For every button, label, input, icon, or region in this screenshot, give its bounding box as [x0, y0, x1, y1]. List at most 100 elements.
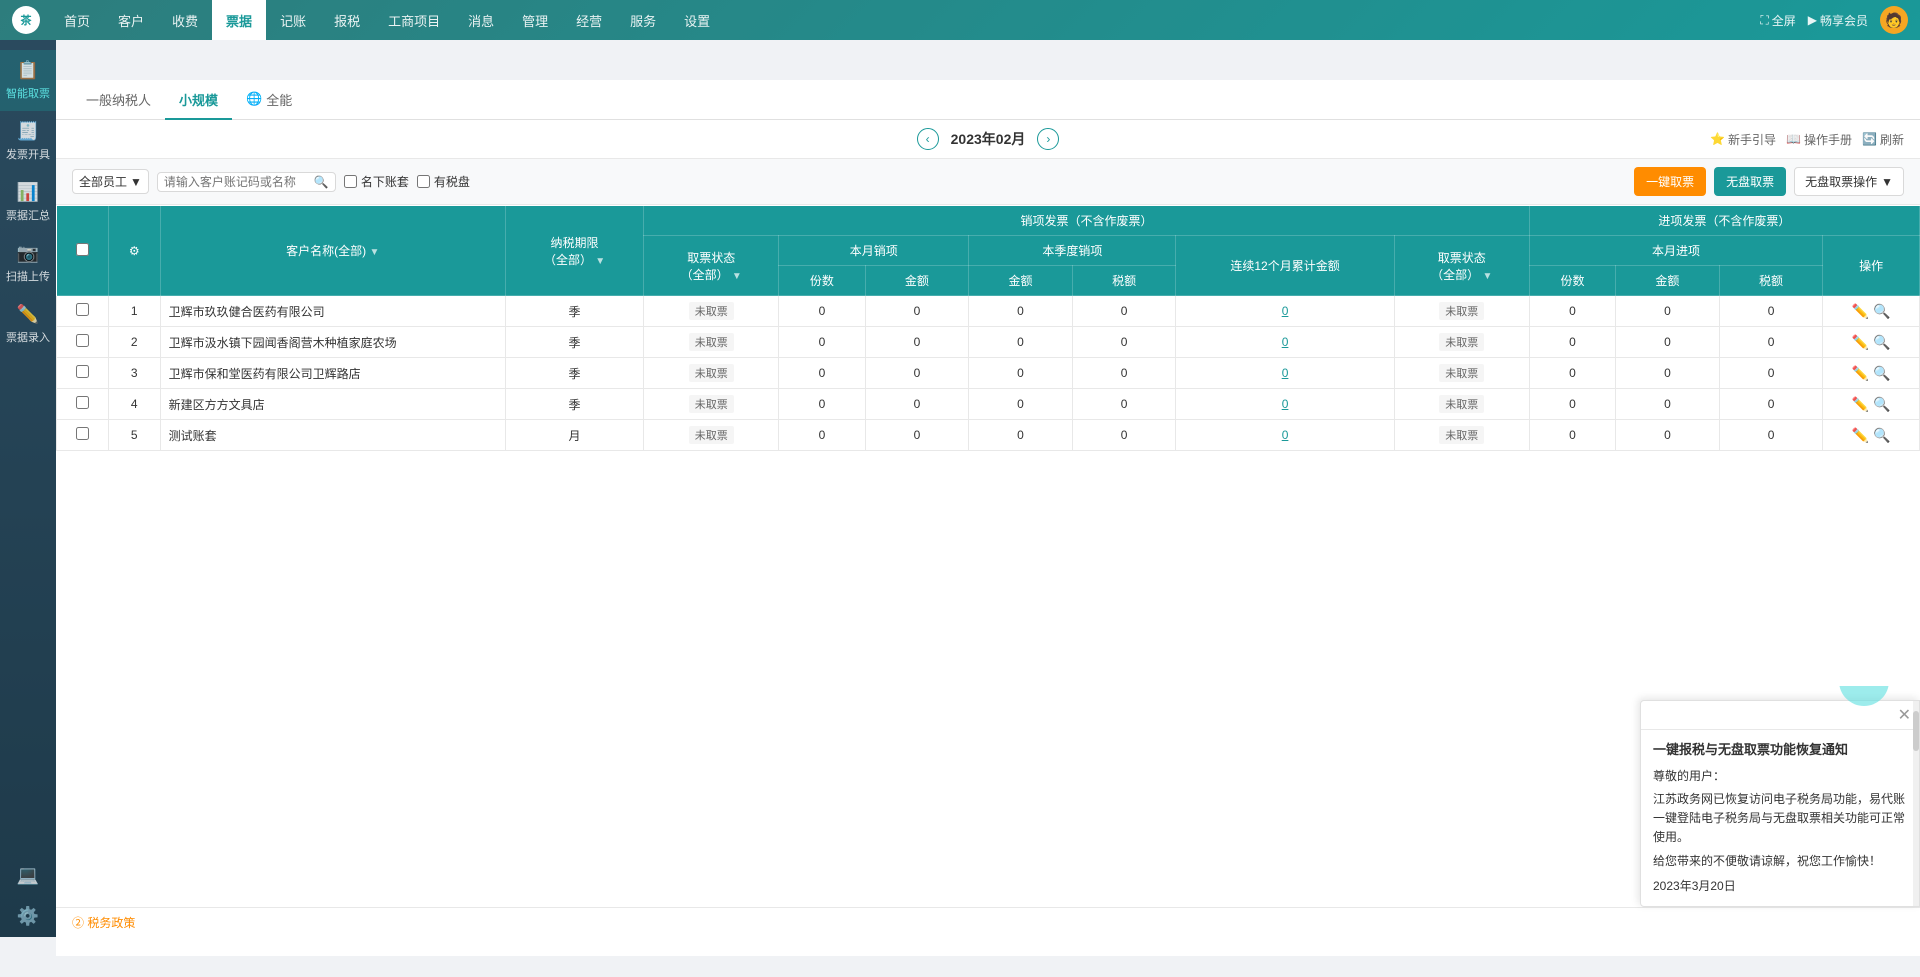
nav-bookkeeping[interactable]: 记账 [266, 0, 320, 40]
tab-general-taxpayer[interactable]: 一般纳税人 [72, 80, 165, 120]
nav-tax[interactable]: 报税 [320, 0, 374, 40]
nav-operation[interactable]: 经营 [562, 0, 616, 40]
user-avatar[interactable]: 🧑 [1880, 6, 1908, 34]
row2-sales-quarter-tax: 0 [1072, 327, 1176, 358]
search-icon[interactable]: 🔍 [314, 175, 329, 189]
nav-service[interactable]: 服务 [616, 0, 670, 40]
dropdown-arrow-icon: ▼ [1881, 175, 1893, 189]
notification-scrollbar[interactable] [1913, 701, 1919, 906]
row1-edit-icon[interactable]: ✏️ [1852, 303, 1869, 320]
has-disk-checkbox[interactable]: 有税盘 [417, 173, 470, 190]
purchase-status-filter-icon[interactable]: ▼ [1482, 271, 1492, 282]
my-accounts-checkbox[interactable]: 名下账套 [344, 173, 409, 190]
sidebar-item-smart-ticket[interactable]: 📋 智能取票 [0, 50, 56, 111]
col-month-purchase-header: 本月进项 [1529, 236, 1823, 266]
sidebar-item-help[interactable]: ⚙️ [0, 896, 56, 937]
col-action-header: 操作 [1823, 236, 1920, 296]
row3-view-icon[interactable]: 🔍 [1873, 365, 1890, 382]
row1-purchase-month-tax: 0 [1719, 296, 1823, 327]
row4-checkbox[interactable] [57, 389, 109, 420]
sidebar-item-invoice[interactable]: 🧾 发票开具 [0, 111, 56, 172]
row2-view-icon[interactable]: 🔍 [1873, 334, 1890, 351]
next-period-btn[interactable]: › [1037, 128, 1059, 150]
row1-purchase-month-count: 0 [1529, 296, 1615, 327]
row2-purchase-status: 未取票 [1394, 327, 1529, 358]
row3-actions: ✏️ 🔍 [1823, 358, 1920, 389]
tax-period-filter-icon[interactable]: ▼ [595, 256, 605, 267]
no-disk-ops-btn[interactable]: 无盘取票操作 ▼ [1794, 167, 1904, 196]
col-customer-name-header[interactable]: 客户名称(全部) ▼ [160, 206, 505, 296]
manual-btn[interactable]: 📖 操作手册 [1786, 131, 1852, 148]
table-row: 3 卫辉市保和堂医药有限公司卫辉路店 季 未取票 0 0 0 0 0 未取票 0… [57, 358, 1920, 389]
tab-all[interactable]: 🌐 全能 [232, 80, 306, 120]
member-btn[interactable]: ▶ 畅享会员 [1808, 12, 1868, 29]
one-key-ticket-btn[interactable]: 一键取票 [1634, 167, 1706, 196]
table-header-row1: ⚙ 客户名称(全部) ▼ 纳税期限（全部） ▼ 销项发票（不含作废票） 进项发票… [57, 206, 1920, 236]
nav-fee[interactable]: 收费 [158, 0, 212, 40]
sidebar-item-scan[interactable]: 📷 扫描上传 [0, 233, 56, 294]
sidebar-item-summary[interactable]: 📊 票据汇总 [0, 172, 56, 233]
prev-period-btn[interactable]: ‹ [917, 128, 939, 150]
row3-12month[interactable]: 0 [1176, 358, 1394, 389]
sidebar-item-computer[interactable]: 💻 [0, 855, 56, 896]
select-all-checkbox[interactable] [76, 243, 89, 256]
col-month-sales-header: 本月销项 [779, 236, 969, 266]
new-guide-btn[interactable]: ⭐ 新手引导 [1710, 131, 1776, 148]
row1-12month[interactable]: 0 [1176, 296, 1394, 327]
nav-message[interactable]: 消息 [454, 0, 508, 40]
row1-view-icon[interactable]: 🔍 [1873, 303, 1890, 320]
notification-title: 一键报税与无盘取票功能恢复通知 [1653, 740, 1907, 761]
row4-sales-month-count: 0 [779, 389, 865, 420]
row3-purchase-month-amount: 0 [1616, 358, 1720, 389]
row2-12month[interactable]: 0 [1176, 327, 1394, 358]
col-sales-invoice-header: 销项发票（不含作废票） [644, 206, 1530, 236]
no-disk-ticket-btn[interactable]: 无盘取票 [1714, 167, 1786, 196]
tax-policy-link[interactable]: ② 税务政策 [72, 916, 135, 930]
row5-no: 5 [108, 420, 160, 451]
notification-close-btn[interactable]: ✕ [1898, 705, 1911, 725]
footer[interactable]: ② 税务政策 [56, 907, 1920, 937]
row5-checkbox[interactable] [57, 420, 109, 451]
row5-actions: ✏️ 🔍 [1823, 420, 1920, 451]
row2-checkbox[interactable] [57, 327, 109, 358]
nav-settings[interactable]: 设置 [670, 0, 724, 40]
row5-12month[interactable]: 0 [1176, 420, 1394, 451]
member-icon: ▶ [1808, 13, 1817, 27]
tab-small-scale[interactable]: 小规模 [165, 80, 232, 120]
col-purchase-status-header[interactable]: 取票状态（全部） ▼ [1394, 236, 1529, 296]
search-input[interactable] [164, 175, 314, 189]
nav-management[interactable]: 管理 [508, 0, 562, 40]
row4-12month[interactable]: 0 [1176, 389, 1394, 420]
nav-invoice[interactable]: 票据 [212, 0, 266, 40]
notification-popup: ✕ 一键报税与无盘取票功能恢复通知 尊敬的用户： 江苏政务网已恢复访问电子税务局… [1640, 700, 1920, 907]
col-tax-period-header[interactable]: 纳税期限（全部） ▼ [505, 206, 643, 296]
sales-status-filter-icon[interactable]: ▼ [732, 271, 742, 282]
col-sales-status-header[interactable]: 取票状态（全部） ▼ [644, 236, 779, 296]
row4-edit-icon[interactable]: ✏️ [1852, 396, 1869, 413]
refresh-icon: 🔄 [1862, 132, 1877, 146]
employee-select[interactable]: 全部员工 ▼ [72, 169, 149, 194]
nav-business[interactable]: 工商项目 [374, 0, 454, 40]
customer-name-filter-icon[interactable]: ▼ [370, 247, 380, 258]
sidebar-item-entry[interactable]: ✏️ 票据录入 [0, 294, 56, 355]
row4-view-icon[interactable]: 🔍 [1873, 396, 1890, 413]
row4-actions: ✏️ 🔍 [1823, 389, 1920, 420]
fullscreen-icon: ⛶ [1760, 13, 1768, 28]
nav-customer[interactable]: 客户 [104, 0, 158, 40]
col-settings-header: ⚙ [108, 206, 160, 296]
nav-home[interactable]: 首页 [50, 0, 104, 40]
row4-period: 季 [505, 389, 643, 420]
row2-period: 季 [505, 327, 643, 358]
refresh-btn[interactable]: 🔄 刷新 [1862, 131, 1904, 148]
row2-no: 2 [108, 327, 160, 358]
row5-purchase-month-count: 0 [1529, 420, 1615, 451]
row5-edit-icon[interactable]: ✏️ [1852, 427, 1869, 444]
row3-edit-icon[interactable]: ✏️ [1852, 365, 1869, 382]
row2-edit-icon[interactable]: ✏️ [1852, 334, 1869, 351]
row5-view-icon[interactable]: 🔍 [1873, 427, 1890, 444]
table-row: 2 卫辉市汲水镇下园闻香阁营木种植家庭农场 季 未取票 0 0 0 0 0 未取… [57, 327, 1920, 358]
fullscreen-btn[interactable]: ⛶ 全屏 [1760, 12, 1795, 29]
row3-checkbox[interactable] [57, 358, 109, 389]
row1-checkbox[interactable] [57, 296, 109, 327]
col-checkbox-header [57, 206, 109, 296]
